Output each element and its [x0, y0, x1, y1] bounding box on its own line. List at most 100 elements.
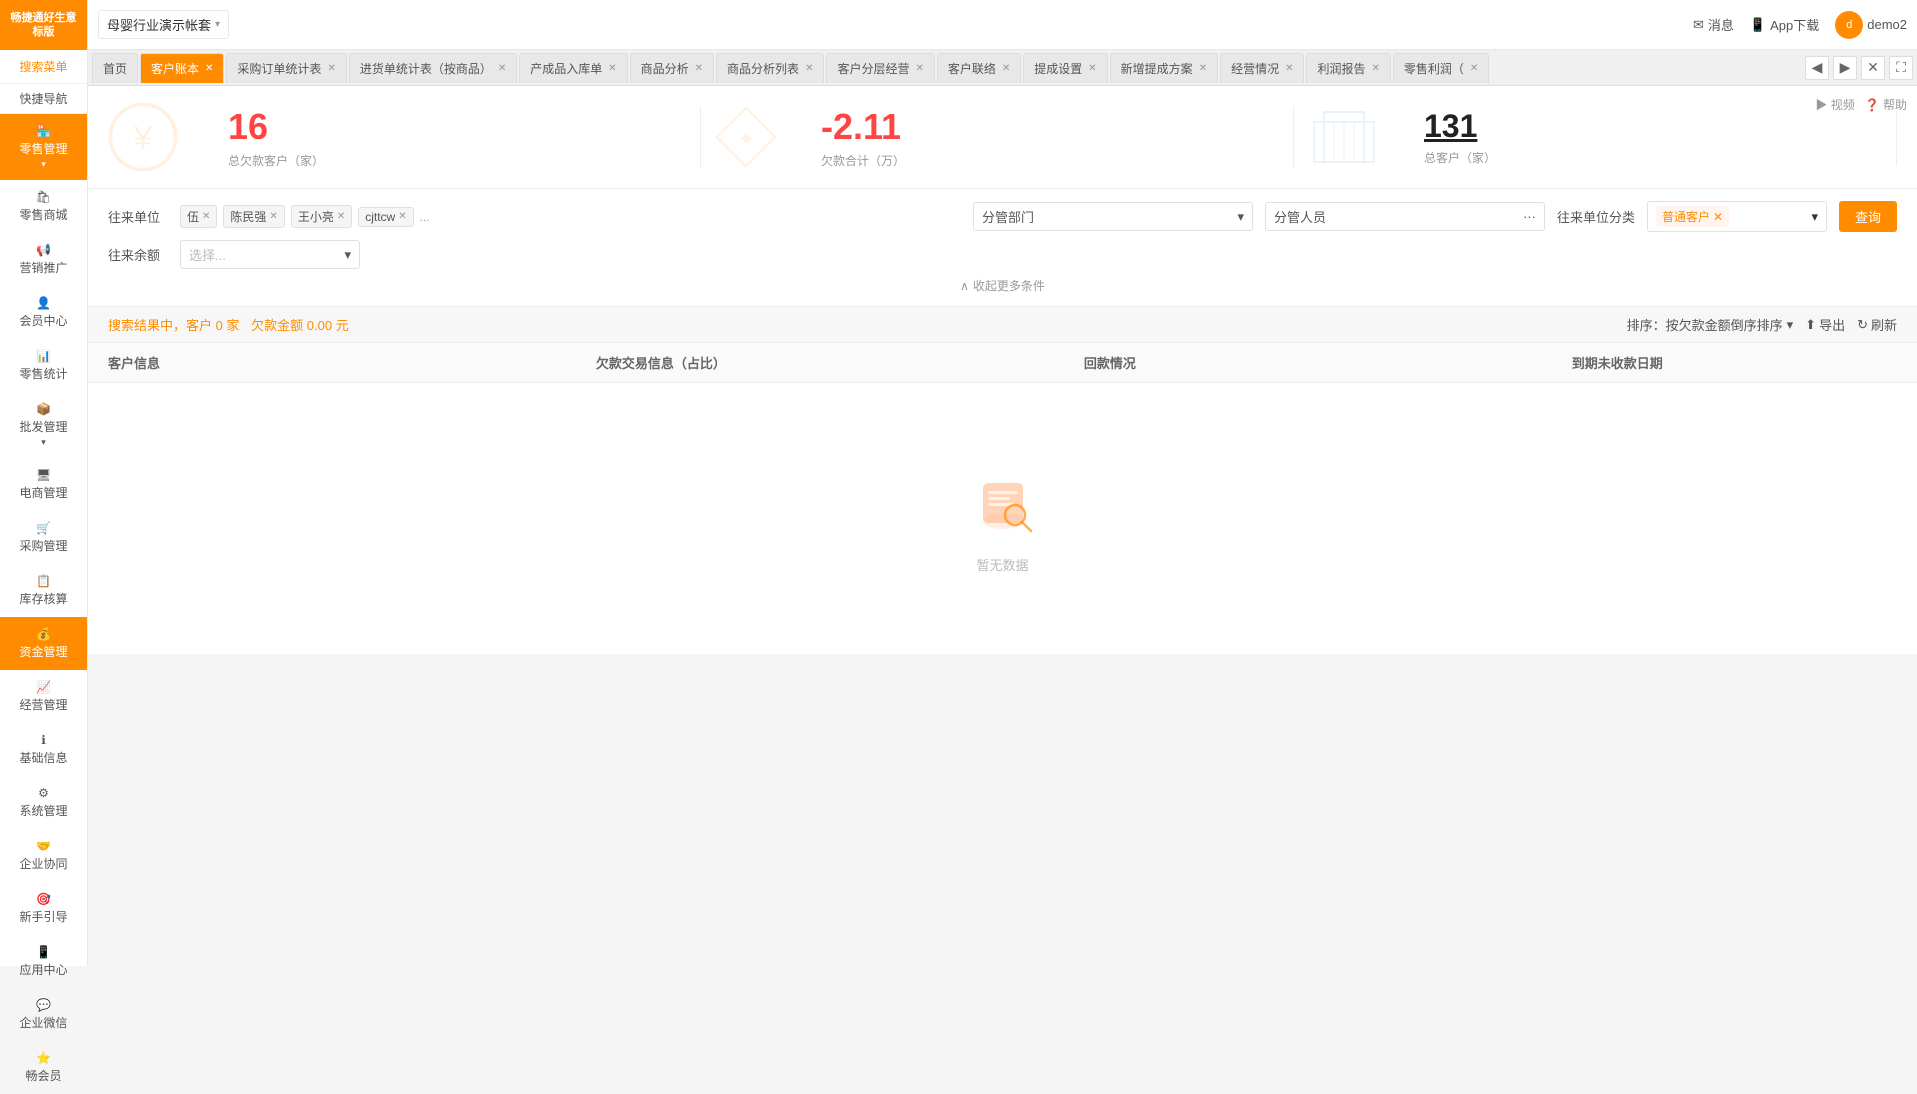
tab-close-icon[interactable]: ✕	[205, 63, 213, 74]
tab-close-icon[interactable]: ✕	[1002, 63, 1010, 74]
sidebar-item-enterprise[interactable]: 🤝 企业协同	[0, 829, 87, 882]
sidebar-item-marketing[interactable]: 📢 营销推广	[0, 233, 87, 286]
results-bar: 搜索结果中，客户 0 家 欠款金额 0.00 元 排序：按欠款金额倒序排序 ▾ …	[88, 307, 1917, 343]
chevron-up-icon: ∧	[960, 279, 969, 293]
sidebar-item-inventory[interactable]: 📋 库存核算	[0, 564, 87, 617]
tab-next-button[interactable]: ▶	[1833, 56, 1857, 80]
sidebar-item-app-center[interactable]: 📱 应用中心	[0, 935, 87, 988]
tab-close-icon[interactable]: ✕	[1199, 63, 1207, 74]
sidebar-item-wholesale[interactable]: 📦 批发管理 ▾	[0, 392, 87, 458]
tab-close-icon[interactable]: ✕	[1470, 63, 1478, 74]
total-customers-value: 16	[228, 106, 268, 148]
collapse-row: ∧ 收起更多条件	[108, 277, 1897, 294]
debt-total-label: 欠款合计（万）	[821, 152, 905, 169]
chevron-down-icon: ▾	[215, 19, 220, 30]
tab-production-inbound[interactable]: 产成品入库单 ✕	[519, 53, 627, 83]
person-dropdown[interactable]: 分管人员 ···	[1265, 202, 1545, 231]
filter-more-button[interactable]: ...	[420, 210, 430, 224]
app-download-button[interactable]: 📱 App下载	[1750, 15, 1819, 34]
tab-customer-segment[interactable]: 客户分层经营 ✕	[826, 53, 934, 83]
table-header: 客户信息 欠款交易信息（占比） 回款情况 到期未收款日期	[88, 343, 1917, 383]
sort-label: 排序：按欠款金额倒序排序	[1627, 315, 1783, 334]
classification-select[interactable]: 普通客户 ✕ ▾	[1647, 201, 1827, 232]
sidebar-item-vip[interactable]: ⭐ 畅会员	[0, 1041, 87, 1094]
tab-close-icon[interactable]: ✕	[695, 63, 703, 74]
col-due-date-header: 到期未收款日期	[1572, 353, 1897, 372]
sidebar-item-system[interactable]: ⚙ 系统管理	[0, 776, 87, 829]
tab-customer-account[interactable]: 客户账本 ✕	[140, 53, 224, 83]
tag-close-chen[interactable]: ✕	[269, 211, 277, 222]
sidebar-item-ecommerce[interactable]: 🖥 电商管理	[0, 458, 87, 511]
total-accounts-value: 131	[1424, 108, 1477, 145]
video-button[interactable]: ▶ 视频	[1815, 96, 1854, 113]
sidebar-item-retail-mgmt[interactable]: 🏪 零售管理 ▾	[0, 114, 87, 180]
collapse-button[interactable]: ∧ 收起更多条件	[960, 277, 1045, 294]
tab-close-icon[interactable]: ✕	[1088, 63, 1096, 74]
app-logo[interactable]: 畅捷通好生意 标版	[0, 0, 87, 50]
tab-customer-contact[interactable]: 客户联络 ✕	[937, 53, 1021, 83]
stat-total-accounts: 131 总客户（家）	[1394, 108, 1897, 166]
quick-nav[interactable]: 快捷导航	[0, 84, 87, 114]
sidebar-item-new-guide[interactable]: 🎯 新手引导	[0, 882, 87, 935]
tab-home[interactable]: 首页	[92, 53, 138, 83]
help-button[interactable]: ❓ 帮助	[1865, 96, 1907, 113]
tag-close-wu[interactable]: ✕	[202, 211, 210, 222]
tab-prev-button[interactable]: ◀	[1805, 56, 1829, 80]
tag-close-cjttcw[interactable]: ✕	[398, 211, 406, 222]
tab-close-icon[interactable]: ✕	[498, 63, 506, 74]
top-header: 母婴行业演示帐套 ▾ ✉ 消息 📱 App下载 d demo2	[88, 0, 1917, 50]
sort-button[interactable]: 排序：按欠款金额倒序排序 ▾	[1627, 315, 1794, 334]
export-button[interactable]: ⬆ 导出	[1805, 315, 1845, 334]
sidebar-item-purchase[interactable]: 🛒 采购管理	[0, 511, 87, 564]
tab-profit-report[interactable]: 利润报告 ✕	[1306, 53, 1390, 83]
sidebar-item-retail-stats[interactable]: 📊 零售统计	[0, 339, 87, 392]
total-accounts-label: 总客户（家）	[1424, 149, 1496, 166]
stats-banner: ¥ 16 总欠款客户（家） ✦ -2.11 欠款合计（万） 131 总客户（家）	[88, 86, 1917, 189]
tab-fullscreen-button[interactable]: ⛶	[1889, 56, 1913, 80]
data-table: 客户信息 欠款交易信息（占比） 回款情况 到期未收款日期	[88, 343, 1917, 654]
export-icon: ⬆	[1805, 317, 1816, 333]
tag-close-wang[interactable]: ✕	[337, 211, 345, 222]
search-button[interactable]: 查询	[1839, 201, 1897, 232]
sidebar-item-basic-info[interactable]: ℹ 基础信息	[0, 723, 87, 776]
main-content: 母婴行业演示帐套 ▾ ✉ 消息 📱 App下载 d demo2 首页 客户账本	[88, 0, 1917, 966]
refresh-button[interactable]: ↻ 刷新	[1857, 315, 1897, 334]
classification-tag: 普通客户 ✕	[1656, 206, 1729, 227]
tab-purchase-order-stats[interactable]: 采购订单统计表 ✕	[226, 53, 346, 83]
balance-label: 往来余额	[108, 245, 168, 264]
tab-close-all-button[interactable]: ✕	[1861, 56, 1885, 80]
sidebar-item-enterprise-wechat[interactable]: 💬 企业微信	[0, 988, 87, 1041]
filter-tag-wu: 伍 ✕	[180, 205, 217, 228]
sidebar-item-finance[interactable]: 💰 资金管理	[0, 617, 87, 670]
industry-selector[interactable]: 母婴行业演示帐套 ▾	[98, 10, 229, 39]
tab-close-icon[interactable]: ✕	[1285, 63, 1293, 74]
sidebar-item-retail-mall[interactable]: 🛍 零售商城	[0, 180, 87, 233]
tab-close-icon[interactable]: ✕	[805, 63, 813, 74]
tab-close-icon[interactable]: ✕	[608, 63, 616, 74]
avatar: d	[1835, 11, 1863, 39]
tab-close-icon[interactable]: ✕	[327, 63, 335, 74]
user-menu[interactable]: d demo2	[1835, 11, 1907, 39]
filter-row-1: 往来单位 伍 ✕ 陈民强 ✕ 王小亮 ✕ cjttcw	[108, 201, 1897, 232]
more-icon: ···	[1523, 209, 1536, 224]
tag-close-classification[interactable]: ✕	[1713, 210, 1723, 224]
tab-goods-analysis-list[interactable]: 商品分析列表 ✕	[716, 53, 824, 83]
sidebar-item-member[interactable]: 👤 会员中心	[0, 286, 87, 339]
tab-ops-status[interactable]: 经营情况 ✕	[1220, 53, 1304, 83]
tab-new-achievement[interactable]: 新增提成方案 ✕	[1110, 53, 1218, 83]
tab-goods-analysis[interactable]: 商品分析 ✕	[630, 53, 714, 83]
search-menu[interactable]: 搜索菜单	[0, 50, 87, 84]
tab-close-icon[interactable]: ✕	[915, 63, 923, 74]
sidebar: 畅捷通好生意 标版 搜索菜单 快捷导航 🏪 零售管理 ▾ 🛍 零售商城 📢 营销…	[0, 0, 88, 966]
tab-purchase-stats-by-product[interactable]: 进货单统计表（按商品） ✕	[349, 53, 517, 83]
tab-promotion-settings[interactable]: 提成设置 ✕	[1023, 53, 1107, 83]
message-button[interactable]: ✉ 消息	[1693, 15, 1734, 34]
tab-retail-profit[interactable]: 零售利润（ ✕	[1393, 53, 1489, 83]
sidebar-item-operations[interactable]: 📈 经营管理	[0, 670, 87, 723]
empty-state: 暂无数据	[88, 383, 1917, 654]
dept-dropdown[interactable]: 分管部门 ▾	[973, 202, 1253, 231]
debt-total-value: -2.11	[821, 106, 901, 148]
video-icon: ▶	[1815, 98, 1830, 112]
balance-dropdown[interactable]: 选择... ▾	[180, 240, 360, 269]
tab-close-icon[interactable]: ✕	[1372, 63, 1380, 74]
